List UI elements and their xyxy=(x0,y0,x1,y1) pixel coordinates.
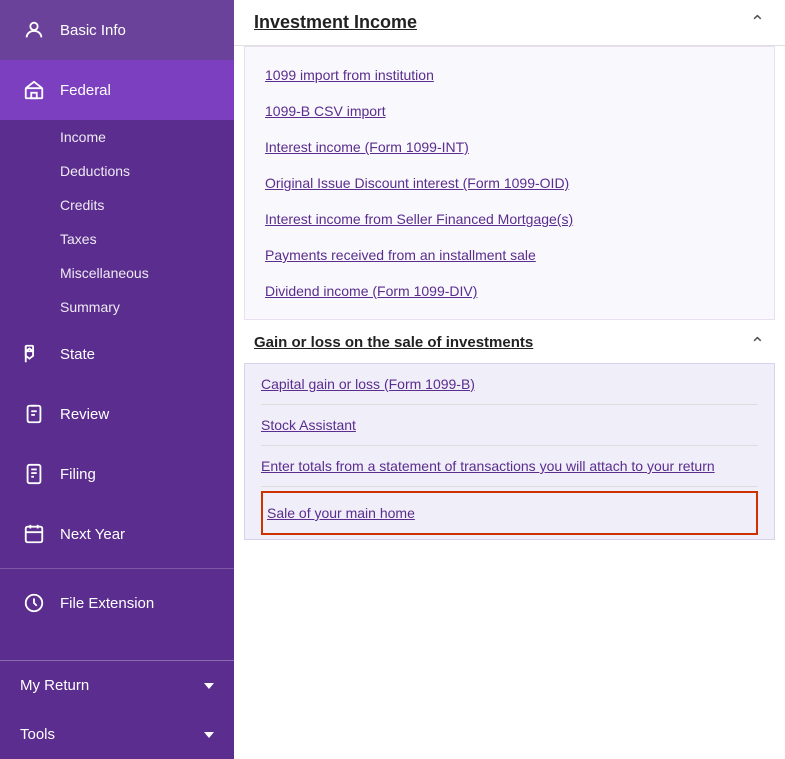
tools-label: Tools xyxy=(20,726,55,743)
investment-income-header: Investment Income ⌃ xyxy=(234,0,785,46)
sidebar-item-label: State xyxy=(60,346,95,363)
clock-icon xyxy=(20,589,48,617)
sidebar-sub-income[interactable]: Income xyxy=(20,120,234,154)
sidebar-item-review[interactable]: Review xyxy=(0,384,234,444)
sidebar-item-label: Review xyxy=(60,406,109,423)
section-title: Investment Income xyxy=(254,12,417,33)
document-icon xyxy=(20,460,48,488)
subsection-title: Gain or loss on the sale of investments xyxy=(254,334,533,351)
tools-expandable[interactable]: Tools xyxy=(0,710,234,759)
sidebar-item-file-extension[interactable]: File Extension xyxy=(0,573,234,633)
sidebar-item-basic-info[interactable]: Basic Info xyxy=(0,0,234,60)
sidebar: Basic Info Federal Income Deductions Cre… xyxy=(0,0,234,759)
link-enter-totals[interactable]: Enter totals from a statement of transac… xyxy=(261,446,758,487)
link-installment-sale[interactable]: Payments received from an installment sa… xyxy=(265,237,754,273)
link-stock-assistant[interactable]: Stock Assistant xyxy=(261,405,758,446)
person-icon xyxy=(20,16,48,44)
sidebar-item-label: Basic Info xyxy=(60,22,126,39)
sidebar-sub-deductions[interactable]: Deductions xyxy=(20,154,234,188)
sidebar-item-federal[interactable]: Federal xyxy=(0,60,234,120)
link-dividend-income[interactable]: Dividend income (Form 1099-DIV) xyxy=(265,273,754,309)
chevron-down-icon xyxy=(204,683,214,689)
gain-loss-header: Gain or loss on the sale of investments … xyxy=(234,320,785,363)
sidebar-sub-credits[interactable]: Credits xyxy=(20,188,234,222)
link-seller-financed[interactable]: Interest income from Seller Financed Mor… xyxy=(265,201,754,237)
link-1099-import[interactable]: 1099 import from institution xyxy=(265,57,754,93)
gain-loss-links: Capital gain or loss (Form 1099-B) Stock… xyxy=(244,363,775,540)
link-sale-main-home[interactable]: Sale of your main home xyxy=(261,491,758,535)
clipboard-icon xyxy=(20,400,48,428)
main-content: Investment Income ⌃ 1099 import from ins… xyxy=(234,0,785,759)
building-icon xyxy=(20,76,48,104)
link-1099b-csv[interactable]: 1099-B CSV import xyxy=(265,93,754,129)
sidebar-bottom: My Return Tools xyxy=(0,660,234,759)
sidebar-sub-miscellaneous[interactable]: Miscellaneous xyxy=(20,256,234,290)
chevron-down-icon xyxy=(204,732,214,738)
sidebar-item-label: Filing xyxy=(60,466,96,483)
sidebar-sub-summary[interactable]: Summary xyxy=(20,290,234,324)
link-oid-interest[interactable]: Original Issue Discount interest (Form 1… xyxy=(265,165,754,201)
sidebar-item-label: Federal xyxy=(60,82,111,99)
sidebar-item-label: File Extension xyxy=(60,595,154,612)
sidebar-item-next-year[interactable]: Next Year xyxy=(0,504,234,564)
flag-icon xyxy=(20,340,48,368)
sidebar-divider-1 xyxy=(0,568,234,569)
sidebar-item-filing[interactable]: Filing xyxy=(0,444,234,504)
my-return-expandable[interactable]: My Return xyxy=(0,661,234,710)
link-capital-gain[interactable]: Capital gain or loss (Form 1099-B) xyxy=(261,364,758,405)
sidebar-item-state[interactable]: State xyxy=(0,324,234,384)
investment-income-links: 1099 import from institution 1099-B CSV … xyxy=(244,46,775,320)
collapse-section-button[interactable]: ⌃ xyxy=(750,12,765,33)
federal-sub-items: Income Deductions Credits Taxes Miscella… xyxy=(0,120,234,324)
link-interest-income[interactable]: Interest income (Form 1099-INT) xyxy=(265,129,754,165)
my-return-label: My Return xyxy=(20,677,89,694)
sidebar-item-label: Next Year xyxy=(60,526,125,543)
calendar-icon xyxy=(20,520,48,548)
collapse-subsection-button[interactable]: ⌃ xyxy=(750,334,765,355)
sidebar-sub-taxes[interactable]: Taxes xyxy=(20,222,234,256)
